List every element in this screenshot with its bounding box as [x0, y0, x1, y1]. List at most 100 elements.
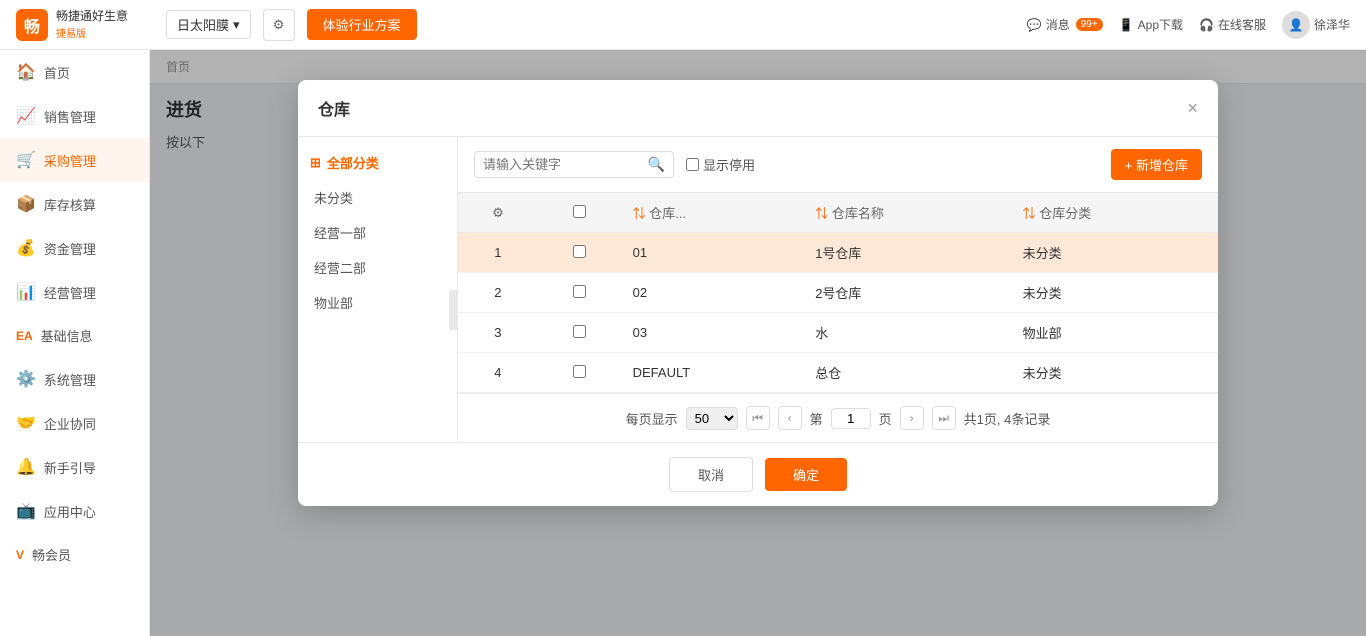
messages-badge: 99+: [1076, 18, 1103, 31]
appcenter-icon: 📺: [16, 501, 36, 521]
category-sidebar: ⊞ 全部分类 未分类 经营一部 经营二部 物业部 《: [298, 137, 458, 442]
row-cat-3: 物业部: [1011, 313, 1218, 353]
sidebar-item-guide[interactable]: 🔔 新手引导: [0, 445, 149, 489]
row-cat-4: 未分类: [1011, 353, 1218, 393]
sidebar-item-enterprise[interactable]: 🤝 企业协同: [0, 401, 149, 445]
row-check-4[interactable]: [538, 353, 621, 393]
purchase-icon: 🛒: [16, 150, 36, 170]
th-category: ⇅ 仓库分类: [1011, 193, 1218, 233]
grid-icon: ⊞: [310, 155, 321, 171]
sidebar-item-home[interactable]: 🏠 首页: [0, 50, 149, 94]
app-download-group[interactable]: 📱 App下载: [1119, 16, 1183, 33]
sidebar-item-appcenter[interactable]: 📺 应用中心: [0, 489, 149, 533]
table-header: ⚙ ⇅ 仓库... ⇅ 仓库名称: [458, 193, 1218, 233]
chevron-down-icon: ▾: [233, 17, 240, 33]
table-row[interactable]: 2 02 2号仓库 未分类: [458, 273, 1218, 313]
table-row[interactable]: 4 DEFAULT 总仓 未分类: [458, 353, 1218, 393]
home-icon: 🏠: [16, 62, 36, 82]
warehouse-table: ⚙ ⇅ 仓库... ⇅ 仓库名称: [458, 193, 1218, 393]
sidebar-label-member: 畅会员: [32, 545, 71, 564]
last-page-button[interactable]: ⏭: [932, 406, 956, 430]
branch-selector[interactable]: 日太阳膜 ▾: [166, 10, 251, 39]
category-item-operations1[interactable]: 经营一部: [298, 215, 457, 250]
sidebar-item-system[interactable]: ⚙️ 系统管理: [0, 357, 149, 401]
category-item-property[interactable]: 物业部: [298, 285, 457, 320]
row-checkbox-4[interactable]: [573, 365, 586, 378]
header-right: 💬 消息 99+ 📱 App下载 🎧 在线客服 👤 徐泽华: [1027, 11, 1350, 39]
trial-button[interactable]: 体验行业方案: [307, 9, 417, 40]
row-checkbox-2[interactable]: [573, 285, 586, 298]
th-code: ⇅ 仓库...: [621, 193, 804, 233]
th-name: ⇅ 仓库名称: [803, 193, 1010, 233]
modal-title: 仓库: [318, 96, 350, 120]
messages-group[interactable]: 💬 消息 99+: [1027, 16, 1103, 33]
row-check-3[interactable]: [538, 313, 621, 353]
row-name-3: 水: [803, 313, 1010, 353]
row-checkbox-1[interactable]: [573, 245, 586, 258]
prev-page-button[interactable]: ‹: [778, 406, 802, 430]
all-category-item[interactable]: ⊞ 全部分类: [298, 145, 457, 180]
th-checkbox: [538, 193, 621, 233]
modal-footer: 取消 确定: [298, 442, 1218, 506]
row-checkbox-3[interactable]: [573, 325, 586, 338]
logo-area: 畅 畅捷通好生意 捷易版: [16, 9, 166, 41]
member-icon: V: [16, 548, 24, 562]
current-page-input[interactable]: [831, 408, 871, 429]
show-disabled-checkbox[interactable]: [686, 158, 699, 171]
settings-button[interactable]: ⚙: [263, 9, 295, 41]
select-all-checkbox[interactable]: [573, 205, 586, 218]
table-row[interactable]: 1 01 1号仓库 未分类: [458, 233, 1218, 273]
sidebar-item-member[interactable]: V 畅会员: [0, 533, 149, 576]
sidebar-item-operations[interactable]: 📊 经营管理: [0, 270, 149, 314]
user-group[interactable]: 👤 徐泽华: [1282, 11, 1350, 39]
sidebar-label-basic: 基础信息: [41, 326, 93, 345]
sort-icon-name: ⇅: [815, 206, 828, 221]
mobile-icon: 📱: [1119, 18, 1134, 32]
confirm-button[interactable]: 确定: [765, 458, 847, 491]
row-num-3: 3: [458, 313, 538, 353]
operations-icon: 📊: [16, 282, 36, 302]
row-num-2: 2: [458, 273, 538, 313]
main-content: 首页 进货 按以下 仓库 × ⊞: [150, 50, 1366, 636]
sidebar-item-sales[interactable]: 📈 销售管理: [0, 94, 149, 138]
finance-icon: 💰: [16, 238, 36, 258]
inventory-icon: 📦: [16, 194, 36, 214]
collapse-category-button[interactable]: 《: [449, 290, 458, 330]
table-row[interactable]: 3 03 水 物业部: [458, 313, 1218, 353]
first-page-button[interactable]: ⏮: [746, 406, 770, 430]
cancel-button[interactable]: 取消: [669, 457, 753, 492]
sidebar-label-guide: 新手引导: [44, 458, 96, 477]
search-input-wrap: 🔍: [474, 151, 674, 178]
search-input[interactable]: [483, 157, 648, 172]
row-check-2[interactable]: [538, 273, 621, 313]
message-icon: 💬: [1027, 18, 1042, 32]
online-service-group[interactable]: 🎧 在线客服: [1199, 16, 1266, 33]
th-gear: ⚙: [458, 193, 538, 233]
new-warehouse-button[interactable]: + 新增仓库: [1111, 149, 1202, 180]
sidebar-item-finance[interactable]: 💰 资金管理: [0, 226, 149, 270]
row-name-1: 1号仓库: [803, 233, 1010, 273]
close-icon[interactable]: ×: [1187, 98, 1198, 119]
app-download-label: App下载: [1138, 16, 1183, 33]
row-num-4: 4: [458, 353, 538, 393]
enterprise-icon: 🤝: [16, 413, 36, 433]
sidebar-item-purchase[interactable]: 🛒 采购管理: [0, 138, 149, 182]
table-toolbar: 🔍 显示停用 + 新增仓库: [458, 137, 1218, 193]
sidebar-item-inventory[interactable]: 📦 库存核算: [0, 182, 149, 226]
category-item-unclassified[interactable]: 未分类: [298, 180, 457, 215]
table-body: 1 01 1号仓库 未分类 2 02: [458, 233, 1218, 393]
sidebar-label-purchase: 采购管理: [44, 151, 96, 170]
category-item-operations2[interactable]: 经营二部: [298, 250, 457, 285]
show-disabled-label[interactable]: 显示停用: [686, 155, 755, 174]
row-check-1[interactable]: [538, 233, 621, 273]
sidebar-label-inventory: 库存核算: [44, 195, 96, 214]
page-size-select[interactable]: 50 100 200: [686, 407, 738, 430]
branch-name: 日太阳膜: [177, 15, 229, 34]
online-service-label: 在线客服: [1218, 16, 1266, 33]
app-badge: 捷易版: [56, 25, 128, 40]
system-icon: ⚙️: [16, 369, 36, 389]
next-page-button[interactable]: ›: [900, 406, 924, 430]
headset-icon: 🎧: [1199, 18, 1214, 32]
sidebar-label-enterprise: 企业协同: [44, 414, 96, 433]
sidebar-item-basic[interactable]: EA 基础信息: [0, 314, 149, 357]
